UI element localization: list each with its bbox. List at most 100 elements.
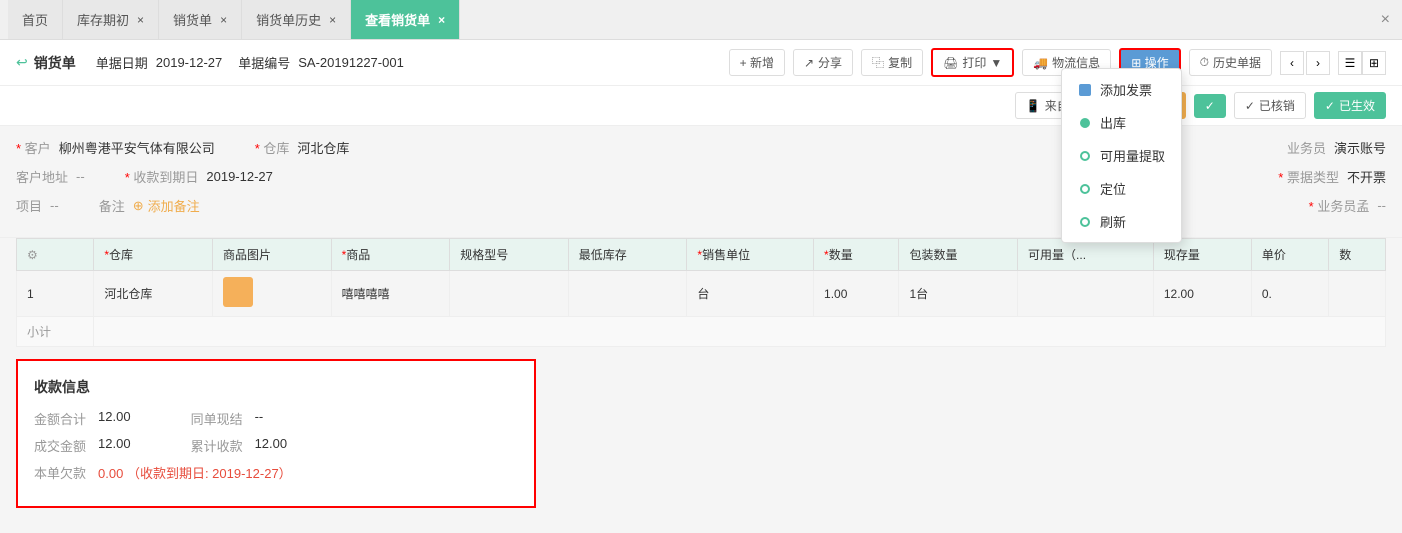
ticket-type-value: 不开票 [1347, 167, 1386, 186]
tab-sales-history-close[interactable]: × [329, 13, 336, 27]
summary-row-1: 金额合计 12.00 同单现结 -- [34, 409, 518, 428]
print-button[interactable]: 🖨 打印 ▼ [931, 48, 1014, 77]
add-note-label: 添加备注 [148, 196, 200, 215]
col-min-stock: 最低库存 [568, 239, 687, 271]
doc-no-value: SA-20191227-001 [298, 55, 404, 70]
address-value: -- [76, 169, 85, 184]
tab-sales-close[interactable]: × [220, 13, 227, 27]
tab-home[interactable]: 首页 [8, 0, 63, 39]
staff2-field: 业务员孟 -- [1309, 196, 1386, 215]
print-label: 打印 [962, 54, 986, 71]
col-amount: 数 [1329, 239, 1386, 271]
note-label: 备注 [99, 196, 125, 215]
note-field: 备注 ⊕ 添加备注 [99, 196, 200, 215]
customer-field: 客户 柳州粤港平安气体有限公司 [16, 138, 215, 157]
tab-home-label: 首页 [22, 10, 48, 29]
cumulative-received-field: 累计收款 12.00 [191, 436, 288, 455]
dropdown-locate[interactable]: 定位 [1062, 172, 1181, 205]
doc-type-icon: ↩ [16, 54, 28, 71]
outbound-icon [1078, 116, 1092, 130]
tab-sales[interactable]: 销货单 × [159, 0, 242, 39]
deal-amount-value: 12.00 [98, 436, 131, 455]
tab-view-sales[interactable]: 查看销货单 × [351, 0, 460, 39]
share-label: 分享 [818, 54, 842, 71]
already-effective-label: 已生效 [1339, 97, 1375, 114]
next-arrow[interactable]: › [1306, 51, 1330, 75]
tab-inventory-close[interactable]: × [137, 13, 144, 27]
due-date-field: 收款到期日 2019-12-27 [125, 167, 273, 186]
share-button[interactable]: ↗ 分享 [793, 49, 853, 76]
col-gear: ⚙ [17, 239, 94, 271]
row-product: 嘻嘻嘻嘻 [331, 271, 450, 317]
add-note-button[interactable]: ⊕ 添加备注 [133, 196, 200, 215]
refresh-icon [1078, 215, 1092, 229]
row-pack-qty: 1台 [899, 271, 1018, 317]
table-header-row: ⚙ *仓库 商品图片 *商品 规格型号 最低库存 *销售单位 *数量 包装数量 … [17, 239, 1386, 271]
doc-no-label: 单据编号 [238, 53, 290, 72]
col-image: 商品图片 [212, 239, 331, 271]
date-value: 2019-12-27 [156, 55, 223, 70]
date-field: 单据日期 2019-12-27 [96, 53, 223, 72]
subtotal-label: 小计 [17, 317, 94, 347]
list-view-button[interactable]: ☰ [1338, 51, 1362, 75]
grid-view-button[interactable]: ⊞ [1362, 51, 1386, 75]
col-quantity: *数量 [814, 239, 899, 271]
doc-no-field: 单据编号 SA-20191227-001 [238, 53, 404, 72]
tab-inventory[interactable]: 库存期初 × [63, 0, 159, 39]
col-available: 可用量（... [1018, 239, 1154, 271]
row-unit-price: 0. [1251, 271, 1328, 317]
outstanding-suffix: （收款到期日: 2019-12-27） [127, 466, 292, 481]
dropdown-outbound[interactable]: 出库 [1062, 106, 1181, 139]
already-checked-label: 已核销 [1259, 97, 1295, 114]
due-date-value: 2019-12-27 [206, 169, 273, 184]
window-close-button[interactable]: × [1381, 11, 1390, 29]
cumulative-received-value: 12.00 [255, 436, 288, 455]
customer-value: 柳州粤港平安气体有限公司 [59, 138, 215, 157]
project-field: 项目 -- [16, 196, 59, 215]
outstanding-amount: 0.00 [98, 466, 123, 481]
check-button[interactable]: ✓ [1194, 94, 1226, 118]
tab-sales-label: 销货单 [173, 10, 212, 29]
checked-icon: ✓ [1245, 99, 1255, 113]
staff-value: 演示账号 [1334, 138, 1386, 157]
due-date-label: 收款到期日 [125, 167, 199, 186]
col-spec: 规格型号 [450, 239, 569, 271]
outstanding-label: 本单欠款 [34, 463, 86, 482]
new-button[interactable]: + 新增 [729, 49, 785, 76]
share-icon: ↗ [804, 56, 814, 70]
already-checked-button[interactable]: ✓ 已核销 [1234, 92, 1306, 119]
same-order-cash-field: 同单现结 -- [191, 409, 264, 428]
warehouse-value: 河北仓库 [297, 138, 349, 157]
copy-button[interactable]: ⿻ 复制 [861, 49, 923, 76]
tab-view-sales-label: 查看销货单 [365, 10, 430, 29]
outstanding-field: 本单欠款 0.00 （收款到期日: 2019-12-27） [34, 463, 292, 482]
row-min-stock [568, 271, 687, 317]
history-label: 历史单据 [1213, 54, 1261, 71]
dropdown-available-qty[interactable]: 可用量提取 [1062, 139, 1181, 172]
already-effective-button[interactable]: ✓ 已生效 [1314, 92, 1386, 119]
dropdown-refresh[interactable]: 刷新 [1062, 205, 1181, 238]
tab-sales-history[interactable]: 销货单历史 × [242, 0, 351, 39]
total-amount-label: 金额合计 [34, 409, 86, 428]
locate-label: 定位 [1100, 179, 1126, 198]
operations-dropdown: 添加发票 出库 可用量提取 定位 刷新 [1061, 68, 1182, 243]
tab-view-sales-close[interactable]: × [438, 13, 445, 27]
tab-bar: 首页 库存期初 × 销货单 × 销货单历史 × 查看销货单 × × [0, 0, 1402, 40]
col-unit-price: 单价 [1251, 239, 1328, 271]
prev-arrow[interactable]: ‹ [1280, 51, 1304, 75]
summary-title: 收款信息 [34, 377, 518, 397]
dropdown-add-invoice[interactable]: 添加发票 [1062, 73, 1181, 106]
history-button[interactable]: ⏱ 历史单据 [1189, 49, 1272, 76]
effective-icon: ✓ [1325, 99, 1335, 113]
gear-icon[interactable]: ⚙ [27, 248, 38, 262]
table-container: ⚙ *仓库 商品图片 *商品 规格型号 最低库存 *销售单位 *数量 包装数量 … [0, 238, 1402, 347]
col-warehouse: *仓库 [94, 239, 213, 271]
product-image [223, 277, 253, 307]
summary-row-3: 本单欠款 0.00 （收款到期日: 2019-12-27） [34, 463, 518, 482]
refresh-label: 刷新 [1100, 212, 1126, 231]
total-amount-value: 12.00 [98, 409, 131, 428]
copy-icon: ⿻ [872, 54, 884, 71]
available-qty-label: 可用量提取 [1100, 146, 1165, 165]
ticket-type-label: 票据类型 [1278, 167, 1339, 186]
header-actions: + 新增 ↗ 分享 ⿻ 复制 🖨 打印 ▼ 🚚 物流信息 ⊞ 操作 [729, 48, 1386, 77]
